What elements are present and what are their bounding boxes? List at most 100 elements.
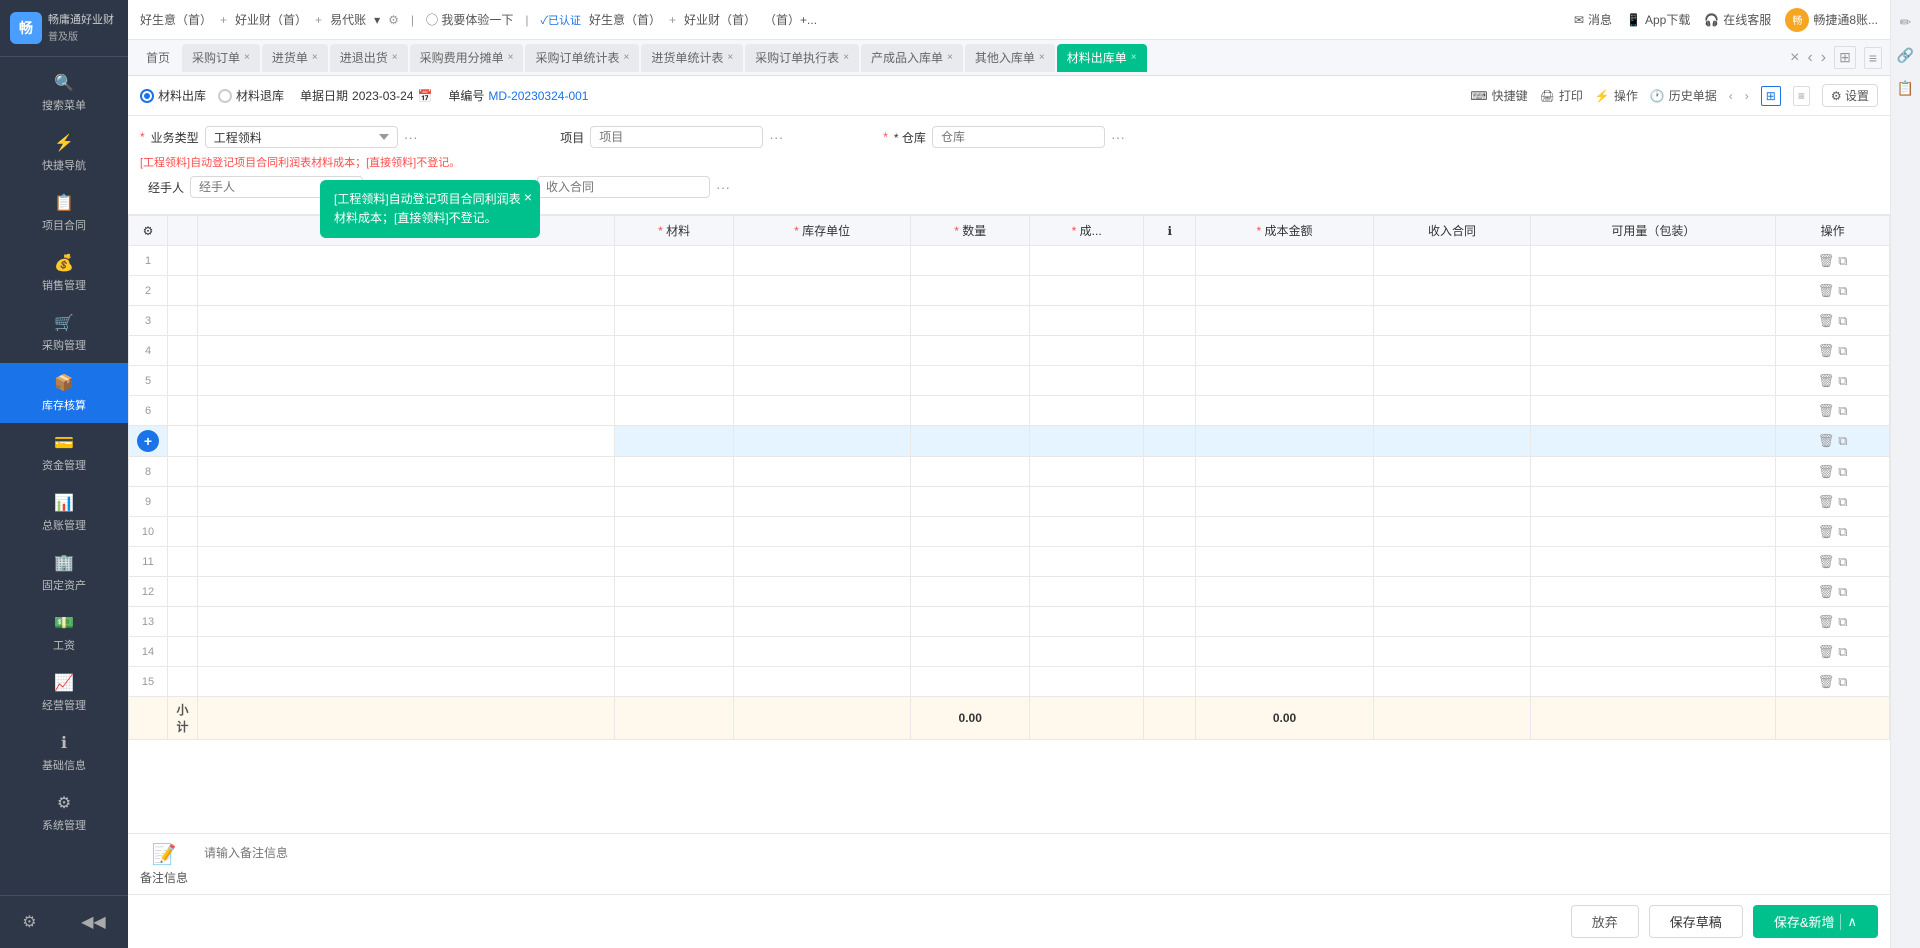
topnav-item-4[interactable]: 好生意（首） <box>589 11 661 28</box>
tab-nav-next[interactable]: › <box>1821 49 1826 67</box>
user-menu[interactable]: 畅 畅捷通8账... <box>1785 8 1878 32</box>
copy-icon[interactable]: ⧉ <box>1838 253 1847 269</box>
business-type-dots[interactable]: ··· <box>404 129 418 145</box>
copy-icon[interactable]: ⧉ <box>1838 433 1847 449</box>
print-btn[interactable]: 🖨 打印 <box>1540 87 1583 104</box>
sidebar-item-system[interactable]: ⚙ 系统管理 <box>0 783 128 843</box>
copy-icon[interactable]: ⧉ <box>1838 283 1847 299</box>
copy-icon[interactable]: ⧉ <box>1838 464 1847 480</box>
copy-icon[interactable]: ⧉ <box>1838 644 1847 660</box>
delete-icon[interactable]: 🗑 <box>1818 313 1835 329</box>
copy-icon[interactable]: ⧉ <box>1838 524 1847 540</box>
copy-icon[interactable]: ⧉ <box>1838 373 1847 389</box>
delete-icon[interactable]: 🗑 <box>1818 464 1835 480</box>
shortcut-btn[interactable]: ⌨ 快捷键 <box>1470 87 1527 104</box>
tab-purchase-order[interactable]: 采购订单 × <box>182 44 260 72</box>
delete-icon[interactable]: 🗑 <box>1818 433 1835 449</box>
copy-icon[interactable]: ⧉ <box>1838 554 1847 570</box>
tab-return[interactable]: 进退出货 × <box>330 44 408 72</box>
delete-icon[interactable]: 🗑 <box>1818 524 1835 540</box>
sidebar-item-search[interactable]: 🔍 搜索菜单 <box>0 63 128 123</box>
add-row-btn[interactable]: + <box>137 430 159 452</box>
topnav-dropdown-btn[interactable]: ▾ <box>374 13 380 27</box>
sidebar-item-project[interactable]: 📋 项目合同 <box>0 183 128 243</box>
tab-close-icon[interactable]: × <box>392 52 398 63</box>
tab-grid-view[interactable]: ⊞ <box>1834 46 1856 69</box>
copy-icon[interactable]: ⧉ <box>1838 494 1847 510</box>
tooltip-close-btn[interactable]: × <box>524 186 532 208</box>
th-settings[interactable]: ⚙ <box>129 216 168 246</box>
online-service-btn[interactable]: 🎧 在线客服 <box>1704 11 1771 28</box>
income-contract-dots[interactable]: ··· <box>716 179 730 195</box>
tab-close-icon[interactable]: × <box>1039 52 1045 63</box>
memo-input[interactable] <box>200 842 1878 864</box>
save-draft-btn[interactable]: 保存草稿 <box>1649 905 1743 938</box>
header-list-view[interactable]: ≡ <box>1793 86 1810 106</box>
income-contract-input[interactable] <box>537 176 710 198</box>
operation-btn[interactable]: ⚡ 操作 <box>1595 87 1638 104</box>
delete-icon[interactable]: 🗑 <box>1818 494 1835 510</box>
warehouse-dots[interactable]: ··· <box>1111 129 1125 145</box>
tab-purchase-stats[interactable]: 采购订单统计表 × <box>525 44 639 72</box>
header-nav-prev[interactable]: ‹ <box>1729 89 1733 103</box>
sidebar-item-sales[interactable]: 💰 销售管理 <box>0 243 128 303</box>
tab-close-icon[interactable]: × <box>727 52 733 63</box>
tab-close-icon[interactable]: × <box>843 52 849 63</box>
sidebar-settings-icon[interactable]: ⚙ <box>16 906 42 938</box>
doc-settings-btn[interactable]: ⚙ 设置 <box>1822 84 1878 107</box>
topnav-item-3[interactable]: 易代账 <box>330 11 366 28</box>
header-grid-view[interactable]: ⊞ <box>1761 86 1781 106</box>
app-download-btn[interactable]: 📱 App下载 <box>1626 11 1690 28</box>
active-cell-1[interactable] <box>176 434 189 448</box>
delete-icon[interactable]: 🗑 <box>1818 403 1835 419</box>
sidebar-item-basic[interactable]: ℹ 基础信息 <box>0 723 128 783</box>
copy-icon[interactable]: ⧉ <box>1838 584 1847 600</box>
sidebar-item-inventory[interactable]: 📦 库存核算 <box>0 363 128 423</box>
sidebar-item-nav[interactable]: ⚡ 快捷导航 <box>0 123 128 183</box>
topnav-trial[interactable]: ◯ 我要体验一下 <box>426 11 513 28</box>
sidebar-item-salary[interactable]: 💵 工资 <box>0 603 128 663</box>
panel-table-icon[interactable]: 📋 <box>1893 76 1918 101</box>
copy-icon[interactable]: ⧉ <box>1838 674 1847 690</box>
delete-icon[interactable]: 🗑 <box>1818 614 1835 630</box>
tab-close-icon[interactable]: × <box>623 52 629 63</box>
copy-icon[interactable]: ⧉ <box>1838 313 1847 329</box>
tab-close-icon[interactable]: × <box>244 52 250 63</box>
save-new-btn[interactable]: 保存&新增 ∧ <box>1753 905 1878 938</box>
delete-icon[interactable]: 🗑 <box>1818 373 1835 389</box>
header-nav-next[interactable]: › <box>1745 89 1749 103</box>
active-cell-2[interactable] <box>206 434 606 448</box>
message-btn[interactable]: ✉ 消息 <box>1574 11 1612 28</box>
tab-expense[interactable]: 采购费用分摊单 × <box>410 44 524 72</box>
tab-other-in[interactable]: 其他入库单 × <box>965 44 1055 72</box>
calendar-icon[interactable]: 📅 <box>417 89 432 103</box>
delete-icon[interactable]: 🗑 <box>1818 674 1835 690</box>
topnav-item-5[interactable]: 好业财（首） <box>684 11 756 28</box>
business-type-input[interactable] <box>205 126 398 148</box>
sidebar-item-assets[interactable]: 🏢 固定资产 <box>0 543 128 603</box>
save-new-dropdown-icon[interactable]: ∧ <box>1840 914 1857 930</box>
table-container[interactable]: ⚙ * 项目 * 材料 * 库存单位 * 数量 * 成... ℹ * 成本金额 … <box>128 215 1890 833</box>
topnav-item-1[interactable]: 好生意（首） <box>140 11 212 28</box>
warehouse-input[interactable] <box>932 126 1105 148</box>
tab-list-view[interactable]: ≡ <box>1864 47 1882 69</box>
delete-icon[interactable]: 🗑 <box>1818 253 1835 269</box>
delete-icon[interactable]: 🗑 <box>1818 283 1835 299</box>
tab-close-icon[interactable]: × <box>508 52 514 63</box>
delete-icon[interactable]: 🗑 <box>1818 343 1835 359</box>
sidebar-item-business[interactable]: 📈 经营管理 <box>0 663 128 723</box>
tab-in-stats[interactable]: 进货单统计表 × <box>641 44 743 72</box>
tab-nav-prev[interactable]: ‹ <box>1807 49 1812 67</box>
discard-btn[interactable]: 放弃 <box>1571 905 1639 938</box>
copy-icon[interactable]: ⧉ <box>1838 403 1847 419</box>
tab-close-active-icon[interactable]: × <box>1131 52 1137 63</box>
project-input[interactable] <box>590 126 763 148</box>
copy-icon[interactable]: ⧉ <box>1838 343 1847 359</box>
tab-close-all-icon[interactable]: × <box>1790 49 1799 67</box>
topnav-item-2[interactable]: 好业财（首） <box>235 11 307 28</box>
panel-edit-icon[interactable]: ✏ <box>1896 10 1916 35</box>
copy-icon[interactable]: ⧉ <box>1838 614 1847 630</box>
tab-material-out[interactable]: 材料出库单 × <box>1057 44 1147 72</box>
tab-close-icon[interactable]: × <box>947 52 953 63</box>
radio-material-return[interactable]: 材料退库 <box>218 87 284 104</box>
